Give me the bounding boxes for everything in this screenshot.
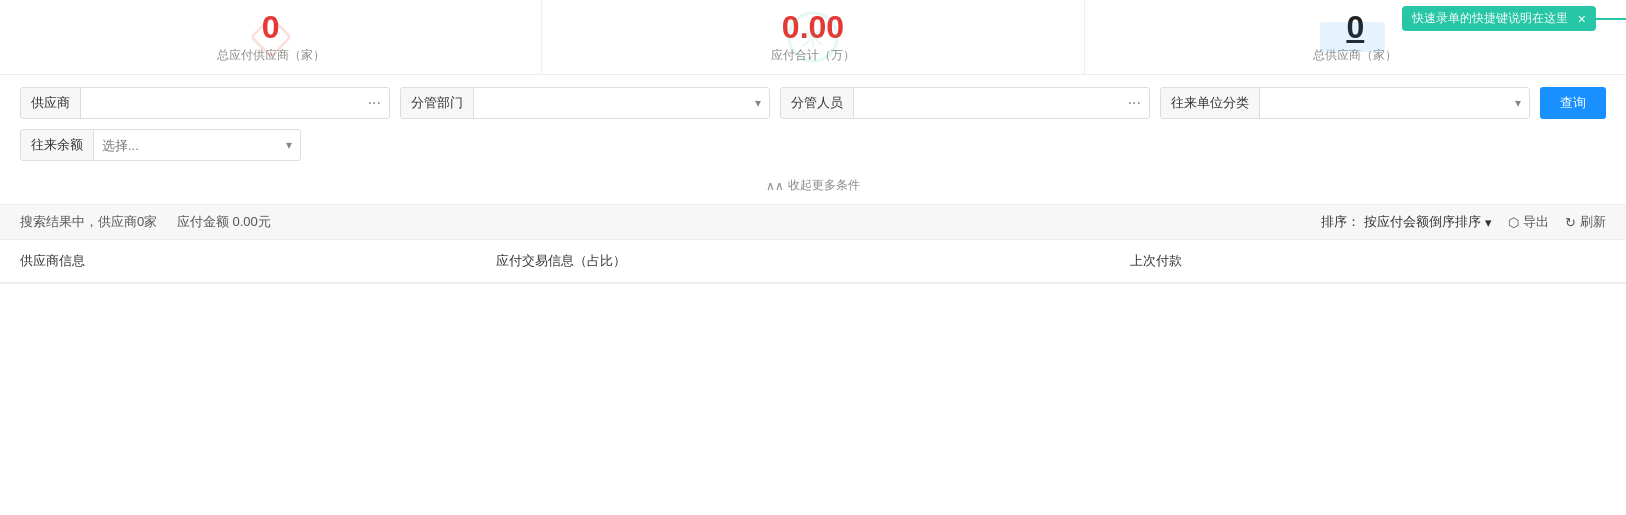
balance-caret-icon[interactable]: ▾	[278, 138, 300, 152]
filter-person[interactable]: 分管人员 ···	[780, 87, 1150, 119]
department-label: 分管部门	[401, 88, 474, 118]
tooltip-close[interactable]: ×	[1578, 11, 1586, 27]
svg-rect-3	[1320, 22, 1385, 52]
person-input[interactable]	[854, 96, 1120, 111]
svg-rect-0	[251, 18, 290, 57]
table-header: 供应商信息 应付交易信息（占比） 上次付款	[0, 240, 1626, 284]
refresh-label: 刷新	[1580, 213, 1606, 231]
tooltip-text: 快速录单的快捷键说明在这里	[1412, 10, 1568, 27]
filter-row-1: 供应商 ··· 分管部门 ▾ 分管人员 ··· 往来单位分类 ▾ 查询	[20, 87, 1606, 119]
unit-category-caret-icon[interactable]: ▾	[1507, 96, 1529, 110]
unit-category-input[interactable]	[1260, 96, 1507, 111]
export-button[interactable]: ⬡ 导出	[1508, 213, 1549, 231]
table-col-last-payment: 上次付款	[1130, 252, 1606, 270]
result-summary: 搜索结果中，供应商0家 应付金额 0.00元	[20, 213, 271, 231]
balance-input[interactable]	[94, 138, 278, 153]
result-text: 搜索结果中，供应商0家	[20, 214, 157, 229]
filter-row-2: 往来余额 ▾	[20, 129, 1606, 161]
export-icon: ⬡	[1508, 215, 1519, 230]
sort-label: 排序：	[1321, 213, 1360, 231]
tooltip-badge: 快速录单的快捷键说明在这里 ×	[1402, 6, 1596, 31]
supplier-label: 供应商	[21, 88, 81, 118]
filter-supplier[interactable]: 供应商 ···	[20, 87, 390, 119]
filter-department[interactable]: 分管部门 ▾	[400, 87, 770, 119]
refresh-button[interactable]: ↻ 刷新	[1565, 213, 1606, 231]
coin-icon: 米	[783, 7, 843, 67]
filter-balance[interactable]: 往来余额 ▾	[20, 129, 301, 161]
svg-rect-5	[1325, 39, 1380, 43]
collapse-up-icon: ∧∧	[766, 179, 784, 193]
svg-text:米: 米	[802, 25, 824, 50]
person-label: 分管人员	[781, 88, 854, 118]
table-col-supplier-info: 供应商信息	[20, 252, 496, 270]
supplier-input[interactable]	[81, 96, 360, 111]
department-input[interactable]	[474, 96, 747, 111]
stat-total-suppliers: 快速录单的快捷键说明在这里 × 0 总供应商（家）	[1085, 0, 1626, 74]
stat-total-payable-suppliers: 0 总应付供应商（家）	[0, 0, 542, 74]
result-bar: 搜索结果中，供应商0家 应付金额 0.00元 排序： 按应付会额倒序排序 ▾ ⬡…	[0, 205, 1626, 240]
stats-bar: 0 总应付供应商（家） 米 0.00 应付合计（万） 快速录单的快捷键说明在这里…	[0, 0, 1626, 75]
collapse-label: 收起更多条件	[788, 177, 860, 194]
refresh-icon: ↻	[1565, 215, 1576, 230]
department-caret-icon[interactable]: ▾	[747, 96, 769, 110]
sort-value: 按应付会额倒序排序	[1364, 213, 1481, 231]
result-amount: 应付金额 0.00元	[177, 214, 271, 229]
filter-area: 供应商 ··· 分管部门 ▾ 分管人员 ··· 往来单位分类 ▾ 查询 往来余额	[0, 75, 1626, 205]
result-actions: 排序： 按应付会额倒序排序 ▾ ⬡ 导出 ↻ 刷新	[1321, 213, 1606, 231]
unit-category-label: 往来单位分类	[1161, 88, 1260, 118]
supplier-dots[interactable]: ···	[360, 94, 389, 112]
person-dots[interactable]: ···	[1120, 94, 1149, 112]
card-icon	[1320, 17, 1390, 57]
svg-rect-4	[1325, 27, 1345, 35]
balance-label: 往来余额	[21, 130, 94, 160]
collapse-bar: ∧∧ 收起更多条件	[20, 171, 1606, 204]
table-body	[0, 284, 1626, 515]
sort-selector[interactable]: 排序： 按应付会额倒序排序 ▾	[1321, 213, 1492, 231]
table-col-transaction: 应付交易信息（占比）	[496, 252, 1130, 270]
sort-caret-icon: ▾	[1485, 215, 1492, 230]
filter-unit-category[interactable]: 往来单位分类 ▾	[1160, 87, 1530, 119]
query-button[interactable]: 查询	[1540, 87, 1606, 119]
logo-icon	[243, 10, 298, 65]
collapse-button[interactable]: ∧∧ 收起更多条件	[766, 177, 860, 194]
export-label: 导出	[1523, 213, 1549, 231]
stat-payable-total: 米 0.00 应付合计（万）	[542, 0, 1084, 74]
